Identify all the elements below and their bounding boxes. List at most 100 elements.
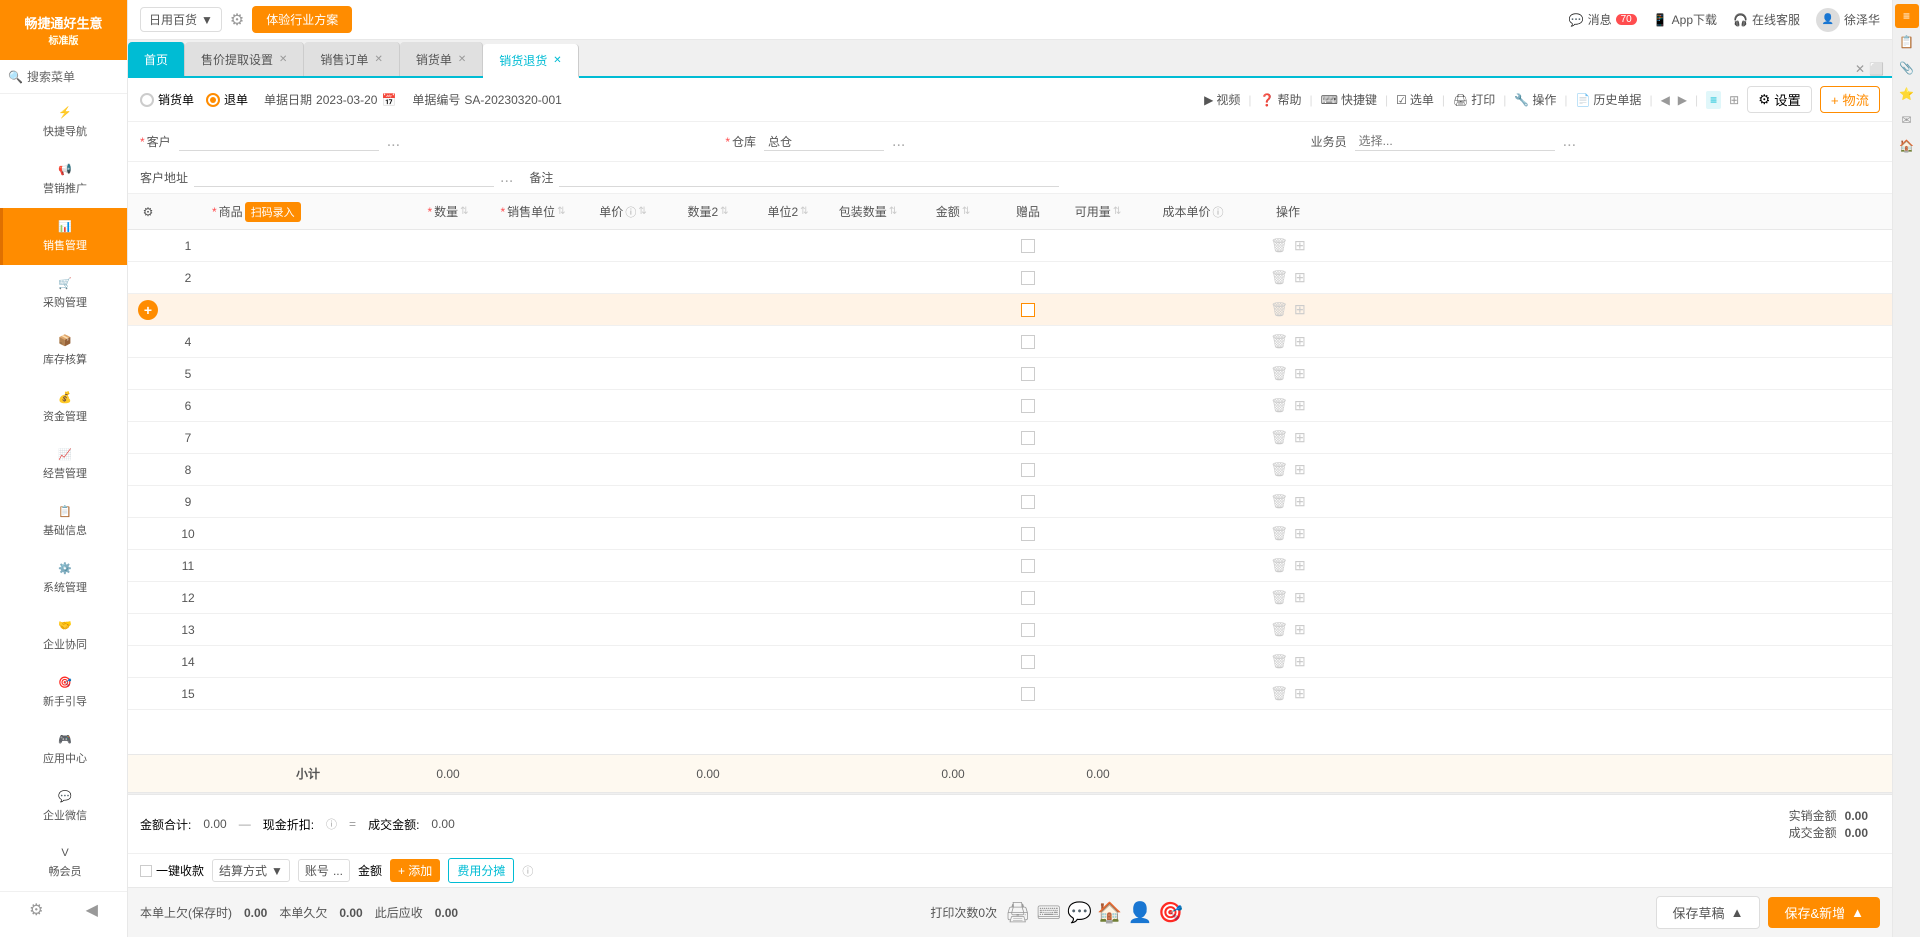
- sidebar-item-inventory[interactable]: 📦 库存核算: [0, 322, 127, 379]
- row2-product[interactable]: [208, 274, 408, 282]
- row10-gift-checkbox[interactable]: [1021, 527, 1035, 541]
- online-service-item[interactable]: 🎧 在线客服: [1733, 11, 1800, 28]
- sidebar-item-purchase[interactable]: 🛒 采购管理: [0, 265, 127, 322]
- row6-copy-icon[interactable]: ⊞: [1294, 397, 1306, 414]
- row5-gift-checkbox[interactable]: [1021, 367, 1035, 381]
- customer-input[interactable]: [179, 132, 379, 151]
- row1-price[interactable]: [578, 242, 668, 250]
- sidebar-item-operations[interactable]: 📈 经营管理: [0, 436, 127, 493]
- calendar-icon[interactable]: 📅: [381, 93, 396, 107]
- radio-return[interactable]: 退单: [206, 91, 248, 108]
- col-gear-header[interactable]: ⚙: [128, 199, 168, 225]
- row12-delete-icon[interactable]: 🗑: [1270, 589, 1288, 606]
- row14-delete-icon[interactable]: 🗑: [1270, 653, 1288, 670]
- row1-copy-icon[interactable]: ⊞: [1294, 237, 1306, 254]
- warehouse-ellipsis[interactable]: ...: [892, 133, 905, 151]
- row15-copy-icon[interactable]: ⊞: [1294, 685, 1306, 702]
- row2-unit2[interactable]: [748, 274, 828, 282]
- experience-btn[interactable]: 体验行业方案: [252, 6, 352, 33]
- tab-sale-order[interactable]: 销售订单 ✕: [304, 42, 399, 76]
- action-help[interactable]: ❓ 帮助: [1260, 91, 1302, 108]
- right-panel-list-icon[interactable]: ≡: [1895, 4, 1919, 28]
- close-tab-icon[interactable]: ✕: [1855, 62, 1865, 76]
- account-select[interactable]: 账号 ...: [298, 859, 350, 882]
- one-key-pay-check[interactable]: [140, 865, 152, 877]
- row1-qty2[interactable]: [668, 242, 748, 250]
- costprice-info-icon[interactable]: ⓘ: [1213, 204, 1224, 220]
- row1-unit[interactable]: [488, 242, 578, 250]
- right-panel-home-icon[interactable]: 🏠: [1895, 134, 1919, 158]
- warehouse-input[interactable]: [764, 132, 884, 151]
- row14-gift-checkbox[interactable]: [1021, 655, 1035, 669]
- row8-copy-icon[interactable]: ⊞: [1294, 461, 1306, 478]
- row1-product[interactable]: [208, 242, 408, 250]
- addr-ellipsis[interactable]: ...: [500, 169, 513, 187]
- row15-gift-checkbox[interactable]: [1021, 687, 1035, 701]
- right-panel-star-icon[interactable]: ⭐: [1895, 82, 1919, 106]
- row7-delete-icon[interactable]: 🗑: [1270, 429, 1288, 446]
- fee-help-icon[interactable]: ⓘ: [522, 863, 533, 879]
- category-dropdown[interactable]: 日用百货 ▼: [140, 7, 222, 32]
- btn-add-fee[interactable]: + 添加: [390, 859, 440, 882]
- row2-amount[interactable]: [908, 274, 998, 282]
- salesperson-ellipsis[interactable]: ...: [1563, 133, 1576, 151]
- row3-product[interactable]: [208, 299, 408, 321]
- row2-pkgqty[interactable]: [828, 274, 908, 282]
- tab-sale-delivery-close[interactable]: ✕: [458, 54, 466, 65]
- tab-sale-order-close[interactable]: ✕: [374, 54, 382, 65]
- row1-pkgqty[interactable]: [828, 242, 908, 250]
- sidebar-item-marketing[interactable]: 📢 营销推广: [0, 151, 127, 208]
- add-row-btn[interactable]: +: [138, 300, 158, 320]
- sidebar-item-member[interactable]: V 畅会员: [0, 835, 127, 891]
- row3-unit[interactable]: [488, 306, 578, 314]
- row1-amount[interactable]: [908, 242, 998, 250]
- row12-gift-checkbox[interactable]: [1021, 591, 1035, 605]
- row12-copy-icon[interactable]: ⊞: [1294, 589, 1306, 606]
- sidebar-item-wechat[interactable]: 💬 企业微信: [0, 778, 127, 835]
- row13-gift-checkbox[interactable]: [1021, 623, 1035, 637]
- app-download-item[interactable]: 📱 App下载: [1653, 11, 1717, 28]
- row4-gift-checkbox[interactable]: [1021, 335, 1035, 349]
- row11-gift-checkbox[interactable]: [1021, 559, 1035, 573]
- salesperson-input[interactable]: [1355, 132, 1555, 151]
- collapse-icon[interactable]: ◀: [86, 900, 98, 920]
- btn-fee-split[interactable]: 费用分摊: [448, 858, 514, 883]
- row2-qty[interactable]: [408, 274, 488, 282]
- row3-amount[interactable]: [908, 306, 998, 314]
- action-history[interactable]: 📄 历史单据: [1575, 91, 1641, 108]
- row5-copy-icon[interactable]: ⊞: [1294, 365, 1306, 382]
- sidebar-item-guide[interactable]: 🎯 新手引导: [0, 664, 127, 721]
- message-item[interactable]: 💬 消息 70: [1569, 11, 1637, 28]
- row11-delete-icon[interactable]: 🗑: [1270, 557, 1288, 574]
- row4-delete-icon[interactable]: 🗑: [1270, 333, 1288, 350]
- user-item[interactable]: 👤 徐泽华: [1816, 8, 1880, 32]
- settings-gear-icon[interactable]: ⚙: [29, 900, 43, 920]
- date-value[interactable]: 2023-03-20: [316, 93, 377, 107]
- price-info-icon[interactable]: ⓘ: [625, 204, 636, 220]
- payment-method-select[interactable]: 结算方式 ▼: [212, 859, 290, 882]
- sidebar-item-funds[interactable]: 💰 资金管理: [0, 379, 127, 436]
- row6-gift-checkbox[interactable]: [1021, 399, 1035, 413]
- list-view-icon[interactable]: ≡: [1706, 91, 1721, 109]
- row10-delete-icon[interactable]: 🗑: [1270, 525, 1288, 542]
- row13-delete-icon[interactable]: 🗑: [1270, 621, 1288, 638]
- right-panel-note-icon[interactable]: 📋: [1895, 30, 1919, 54]
- row2-qty2[interactable]: [668, 274, 748, 282]
- btn-save-new[interactable]: 保存&新增 ▲: [1768, 897, 1880, 928]
- row9-copy-icon[interactable]: ⊞: [1294, 493, 1306, 510]
- row4-copy-icon[interactable]: ⊞: [1294, 333, 1306, 350]
- row15-delete-icon[interactable]: 🗑: [1270, 685, 1288, 702]
- sidebar-item-search[interactable]: 🔍 搜索菜单: [0, 60, 127, 94]
- row1-qty[interactable]: [408, 242, 488, 250]
- cash-discount-help-icon[interactable]: ⓘ: [326, 816, 337, 832]
- row9-delete-icon[interactable]: 🗑: [1270, 493, 1288, 510]
- row1-delete-icon[interactable]: 🗑: [1270, 237, 1288, 254]
- action-video[interactable]: ▶ 视频: [1204, 91, 1240, 108]
- row3-product-input[interactable]: [212, 303, 404, 317]
- action-select[interactable]: ☑ 选单: [1396, 91, 1434, 108]
- row3-qty[interactable]: [408, 306, 488, 314]
- row3-price[interactable]: [578, 306, 668, 314]
- barcode-btn[interactable]: 扫码录入: [245, 202, 301, 222]
- sidebar-item-sales[interactable]: 📊 销售管理: [0, 208, 127, 265]
- tab-sale-return-close[interactable]: ✕: [553, 55, 561, 66]
